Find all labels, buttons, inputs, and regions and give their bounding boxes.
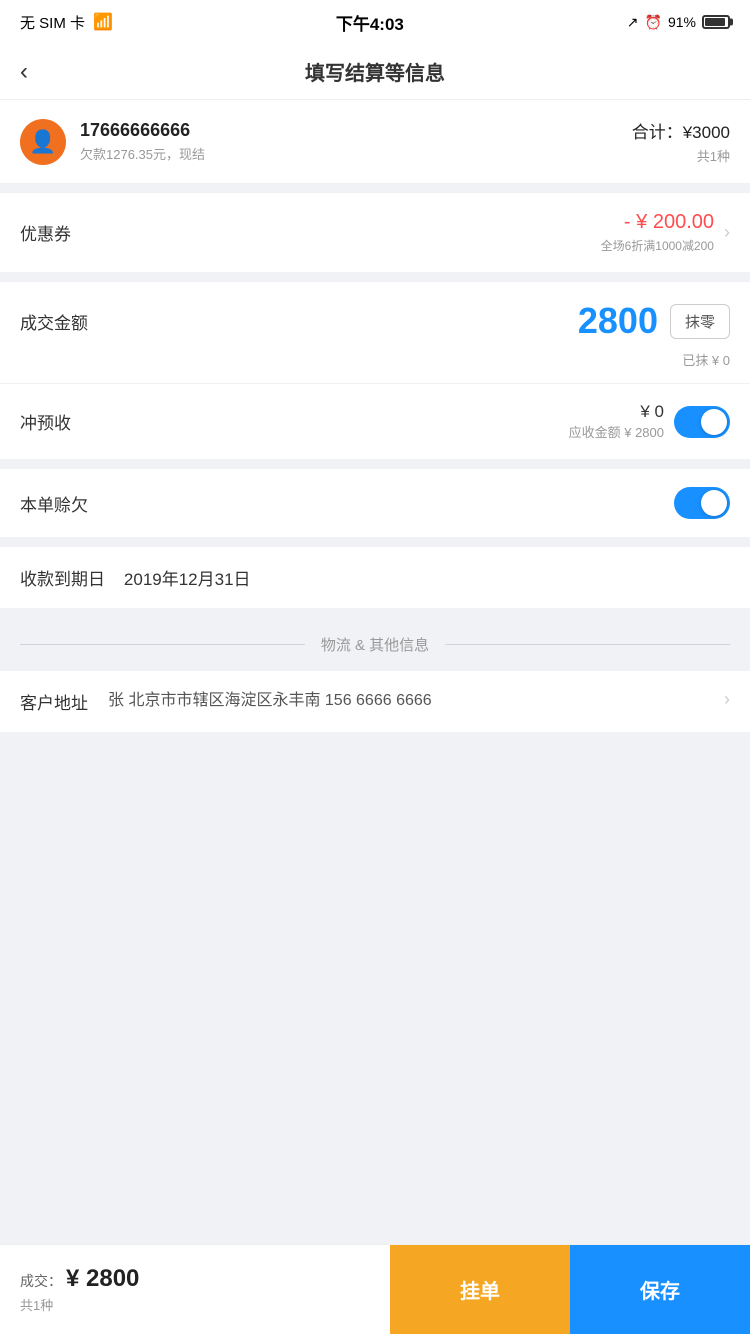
wifi-icon: 📶 xyxy=(93,12,113,32)
divider-line-left xyxy=(20,644,305,645)
coupon-discount: - ¥ 200.00 xyxy=(601,211,714,234)
pending-button[interactable]: 挂单 xyxy=(390,1245,570,1334)
coupon-subtext: 全场6折满1000减200 xyxy=(601,237,714,254)
date-section: 收款到期日 2019年12月31日 xyxy=(0,547,750,608)
bottom-total-label: 成交： xyxy=(20,1271,62,1291)
battery-icon xyxy=(702,15,730,29)
bottom-count: 共1种 xyxy=(20,1295,370,1314)
address-section[interactable]: 客户地址 张 北京市市辖区海淀区永丰南 156 6666 6666 › xyxy=(0,671,750,732)
amount-label: 成交金额 xyxy=(20,309,88,334)
coupon-row[interactable]: 优惠券 - ¥ 200.00 全场6折满1000减200 › xyxy=(0,193,750,272)
prepay-values: ¥ 0 应收金额 ¥ 2800 xyxy=(569,402,664,441)
back-button[interactable]: ‹ xyxy=(20,60,28,84)
bottom-total-amount: ¥ 2800 xyxy=(66,1265,139,1293)
coupon-right: - ¥ 200.00 全场6折满1000减200 › xyxy=(601,211,730,254)
address-label: 客户地址 xyxy=(20,689,88,714)
gray-spacer xyxy=(0,742,750,842)
alarm-icon: ⏰ xyxy=(645,14,662,31)
page-title: 填写结算等信息 xyxy=(305,57,445,86)
carrier-label: 无 SIM 卡 xyxy=(20,12,85,33)
date-label-prefix: 收款到期日 xyxy=(20,570,105,589)
status-left: 无 SIM 卡 📶 xyxy=(20,12,113,33)
status-right: ↗ ⏰ 91% xyxy=(627,14,730,31)
toggle-knob xyxy=(701,409,727,435)
debt-section: 本单赊欠 xyxy=(0,469,750,537)
prepay-right: ¥ 0 应收金额 ¥ 2800 xyxy=(569,402,730,441)
debt-toggle-knob xyxy=(701,490,727,516)
amount-value: 2800 xyxy=(578,300,658,342)
address-chevron-icon: › xyxy=(724,689,730,710)
main-content: 👤 17666666666 欠款1276.35元，现结 合计：¥3000 共1种… xyxy=(0,100,750,932)
amount-subtext: 已抹 ¥ 0 xyxy=(0,350,750,383)
prepay-label: 冲预收 xyxy=(20,409,71,434)
prepay-row: 冲预收 ¥ 0 应收金额 ¥ 2800 xyxy=(0,384,750,459)
save-button[interactable]: 保存 xyxy=(570,1245,750,1334)
user-total: 合计：¥3000 xyxy=(632,118,730,143)
user-count: 共1种 xyxy=(632,146,730,165)
avatar-icon: 👤 xyxy=(29,129,56,155)
debt-toggle[interactable] xyxy=(674,487,730,519)
user-card: 👤 17666666666 欠款1276.35元，现结 合计：¥3000 共1种 xyxy=(0,100,750,183)
debt-label: 本单赊欠 xyxy=(20,491,88,516)
coupon-values: - ¥ 200.00 全场6折满1000减200 xyxy=(601,211,714,254)
bottom-total-row: 成交： ¥ 2800 xyxy=(20,1265,370,1293)
coupon-section: 优惠券 - ¥ 200.00 全场6折满1000减200 › xyxy=(0,193,750,272)
prepay-subtext: 应收金额 ¥ 2800 xyxy=(569,422,664,441)
coupon-chevron-icon: › xyxy=(724,222,730,243)
location-icon: ↗ xyxy=(627,14,639,31)
prepay-toggle[interactable] xyxy=(674,406,730,438)
bottom-bar: 成交： ¥ 2800 共1种 挂单 保存 xyxy=(0,1244,750,1334)
coupon-label: 优惠券 xyxy=(20,220,71,245)
user-info: 17666666666 欠款1276.35元，现结 xyxy=(80,120,205,163)
status-bar: 无 SIM 卡 📶 下午4:03 ↗ ⏰ 91% xyxy=(0,0,750,44)
status-time: 下午4:03 xyxy=(336,10,404,35)
user-phone: 17666666666 xyxy=(80,120,205,141)
user-right: 合计：¥3000 共1种 xyxy=(632,118,730,165)
amount-right: 2800 抹零 xyxy=(578,300,730,342)
address-value: 张 北京市市辖区海淀区永丰南 156 6666 6666 xyxy=(108,689,714,713)
user-subtitle: 欠款1276.35元，现结 xyxy=(80,144,205,163)
logistics-divider: 物流 & 其他信息 xyxy=(0,618,750,671)
amount-section: 成交金额 2800 抹零 已抹 ¥ 0 冲预收 ¥ 0 应收金额 ¥ 2800 xyxy=(0,282,750,459)
battery-percent: 91% xyxy=(668,14,696,30)
amount-row: 成交金额 2800 抹零 xyxy=(0,282,750,350)
user-left: 👤 17666666666 欠款1276.35元，现结 xyxy=(20,119,205,165)
round-zero-button[interactable]: 抹零 xyxy=(670,304,730,339)
nav-bar: ‹ 填写结算等信息 xyxy=(0,44,750,100)
prepay-row-wrapper: 冲预收 ¥ 0 应收金额 ¥ 2800 xyxy=(0,383,750,459)
date-value: 2019年12月31日 xyxy=(124,570,251,589)
date-label: 收款到期日 2019年12月31日 xyxy=(20,570,251,589)
prepay-amount: ¥ 0 xyxy=(569,402,664,422)
avatar: 👤 xyxy=(20,119,66,165)
divider-line-right xyxy=(445,644,730,645)
bottom-info: 成交： ¥ 2800 共1种 xyxy=(0,1245,390,1334)
logistics-label: 物流 & 其他信息 xyxy=(305,634,445,655)
